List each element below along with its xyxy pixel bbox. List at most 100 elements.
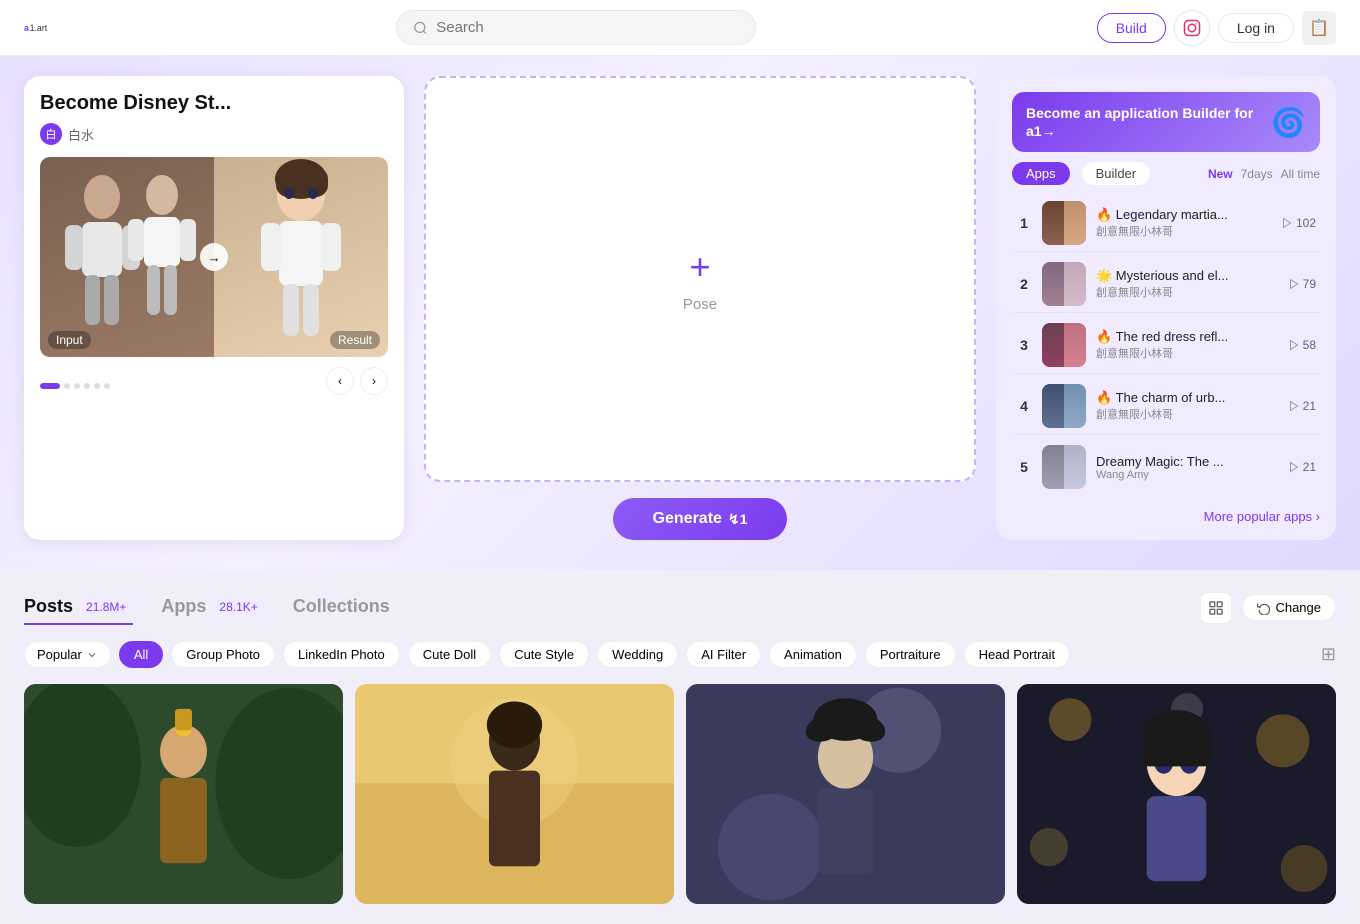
app-list-item[interactable]: 5 Dreamy Magic: The ... Wang Amy 21 xyxy=(1012,439,1320,495)
popular-dropdown[interactable]: Popular xyxy=(24,641,111,668)
grid-image-1[interactable] xyxy=(24,684,343,904)
dot-4[interactable] xyxy=(84,383,90,389)
app-creator: 創意無限小林哥 xyxy=(1096,223,1271,239)
posts-nav-right: Change xyxy=(1200,592,1336,624)
app-list-item[interactable]: 2 🌟 Mysterious and el... 創意無限小林哥 79 xyxy=(1012,256,1320,313)
generate-button[interactable]: Generate ↯1 xyxy=(613,498,788,540)
filter-tags: Popular All Group Photo LinkedIn Photo C… xyxy=(24,641,1336,668)
next-button[interactable]: › xyxy=(360,367,388,395)
before-image: Input xyxy=(40,157,214,357)
arrow-divider-icon: → xyxy=(200,243,228,271)
app-views: 58 xyxy=(1288,338,1316,352)
build-button[interactable]: Build xyxy=(1097,13,1166,43)
header: a 1.art Build Log in 📋 xyxy=(0,0,1360,56)
app-views: 102 xyxy=(1281,216,1316,230)
app-name: 🔥 The charm of urb... xyxy=(1096,390,1278,406)
app-info: 🔥 The charm of urb... 創意無限小林哥 xyxy=(1096,390,1278,422)
filter-animation[interactable]: Animation xyxy=(769,641,857,668)
app-name: 🔥 Legendary martia... xyxy=(1096,207,1271,223)
time-7days[interactable]: 7days xyxy=(1241,167,1273,181)
search-input[interactable] xyxy=(436,19,739,36)
dot-6[interactable] xyxy=(104,383,110,389)
login-button[interactable]: Log in xyxy=(1218,13,1294,43)
filter-group-photo[interactable]: Group Photo xyxy=(171,641,275,668)
promo-icon: 🌀 xyxy=(1271,106,1306,139)
app-card-title: Become Disney St... xyxy=(40,92,388,115)
apps-count: 28.1K+ xyxy=(212,599,264,615)
change-button[interactable]: Change xyxy=(1242,594,1336,621)
app-list-item[interactable]: 1 🔥 Legendary martia... 創意無限小林哥 102 xyxy=(1012,195,1320,252)
prev-button[interactable]: ‹ xyxy=(326,367,354,395)
after-image: Result xyxy=(214,157,388,357)
grid-icon xyxy=(1208,600,1224,616)
filter-linkedin-photo[interactable]: LinkedIn Photo xyxy=(283,641,400,668)
app-rank: 3 xyxy=(1016,337,1032,353)
promo-banner[interactable]: Become an application Builder for a1→ 🌀 xyxy=(1012,92,1320,152)
app-rank: 5 xyxy=(1016,459,1032,475)
app-list-item[interactable]: 3 🔥 The red dress refl... 創意無限小林哥 58 xyxy=(1012,317,1320,374)
app-views: 79 xyxy=(1288,277,1316,291)
filter-cute-style[interactable]: Cute Style xyxy=(499,641,589,668)
popular-apps-panel: Become an application Builder for a1→ 🌀 … xyxy=(996,76,1336,540)
play-icon xyxy=(1288,461,1300,473)
filter-cute-doll[interactable]: Cute Doll xyxy=(408,641,491,668)
dot-3[interactable] xyxy=(74,383,80,389)
filter-all[interactable]: All xyxy=(119,641,163,668)
logo[interactable]: a 1.art xyxy=(24,12,56,44)
time-new[interactable]: New xyxy=(1208,167,1233,181)
result-label: Result xyxy=(330,331,380,349)
grid-image-4[interactable] xyxy=(1017,684,1336,904)
grid-image-3[interactable] xyxy=(686,684,1005,904)
pose-upload-area[interactable]: + Pose xyxy=(424,76,976,482)
time-alltime[interactable]: All time xyxy=(1281,167,1320,181)
plus-icon: + xyxy=(689,246,710,288)
grid-image-2[interactable] xyxy=(355,684,674,904)
app-card: Become Disney St... 白 白水 xyxy=(24,76,404,540)
app-views: 21 xyxy=(1288,460,1316,474)
pose-label: Pose xyxy=(683,296,717,313)
app-card-image: Input → xyxy=(40,157,388,357)
dot-1[interactable] xyxy=(40,383,60,389)
app-rank: 2 xyxy=(1016,276,1032,292)
play-icon xyxy=(1288,400,1300,412)
app-name: 🌟 Mysterious and el... xyxy=(1096,268,1278,284)
chevron-down-icon xyxy=(86,649,98,661)
tab-apps[interactable]: Apps xyxy=(1012,162,1070,185)
grid-toggle-button[interactable] xyxy=(1200,592,1232,624)
tab-apps[interactable]: Apps 28.1K+ xyxy=(161,590,264,625)
posts-count: 21.8M+ xyxy=(79,599,133,615)
app-rank: 4 xyxy=(1016,398,1032,414)
app-rank: 1 xyxy=(1016,215,1032,231)
app-info: 🌟 Mysterious and el... 創意無限小林哥 xyxy=(1096,268,1278,300)
carousel-dots xyxy=(40,383,110,389)
posts-section: Posts 21.8M+ Apps 28.1K+ Collections Cha… xyxy=(0,570,1360,924)
app-creator: 創意無限小林哥 xyxy=(1096,284,1278,300)
tab-collections[interactable]: Collections xyxy=(293,590,390,625)
avatar-button[interactable]: 📋 xyxy=(1302,11,1336,45)
promo-title: Become an application Builder for a1→ xyxy=(1026,104,1271,140)
filter-ai-filter[interactable]: AI Filter xyxy=(686,641,761,668)
apps-tabs: Apps Builder xyxy=(1012,162,1150,185)
filter-head-portrait[interactable]: Head Portrait xyxy=(964,641,1071,668)
app-views: 21 xyxy=(1288,399,1316,413)
more-popular-link[interactable]: More popular apps › xyxy=(1012,509,1320,524)
filter-portraiture[interactable]: Portraiture xyxy=(865,641,956,668)
search-icon xyxy=(413,20,428,36)
tab-builder[interactable]: Builder xyxy=(1082,162,1150,185)
search-bar[interactable] xyxy=(396,10,756,45)
instagram-button[interactable] xyxy=(1174,10,1210,46)
filter-wedding[interactable]: Wedding xyxy=(597,641,678,668)
app-thumbnail xyxy=(1042,201,1086,245)
app-thumbnail xyxy=(1042,262,1086,306)
filter-expand-icon[interactable]: ⊞ xyxy=(1321,644,1336,665)
dot-5[interactable] xyxy=(94,383,100,389)
carousel-nav: ‹ › xyxy=(40,367,388,395)
dot-2[interactable] xyxy=(64,383,70,389)
app-list-item[interactable]: 4 🔥 The charm of urb... 創意無限小林哥 21 xyxy=(1012,378,1320,435)
posts-nav: Posts 21.8M+ Apps 28.1K+ Collections Cha… xyxy=(24,590,1336,625)
app-thumbnail xyxy=(1042,323,1086,367)
tab-posts[interactable]: Posts 21.8M+ xyxy=(24,590,133,625)
hero-section: ↩↩ Just play it! Become Disney St... 白 白… xyxy=(0,56,1360,570)
play-icon xyxy=(1288,339,1300,351)
lightning-icon: ↯1 xyxy=(728,511,748,528)
